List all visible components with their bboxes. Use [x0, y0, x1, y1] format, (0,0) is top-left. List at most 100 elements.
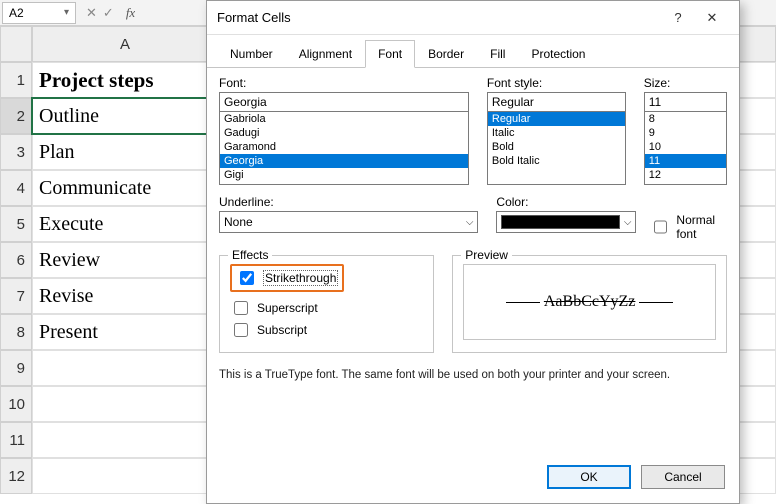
list-item-selected[interactable]: 11 — [645, 154, 726, 168]
tab-font[interactable]: Font — [365, 40, 415, 68]
dialog-titlebar[interactable]: Format Cells ? ✕ — [207, 1, 739, 35]
preview-sample: AaBbCcYyZz — [540, 293, 640, 311]
name-box-value: A2 — [9, 6, 24, 20]
subscript-label: Subscript — [257, 323, 307, 337]
preview-rule — [506, 302, 540, 303]
row-header[interactable]: 4 — [0, 170, 32, 206]
color-select[interactable]: ⌵ — [496, 211, 636, 233]
preview-legend: Preview — [461, 248, 512, 262]
tab-border[interactable]: Border — [415, 40, 477, 68]
fontstyle-input[interactable]: Regular — [487, 92, 626, 112]
effects-legend: Effects — [228, 248, 272, 262]
tab-alignment[interactable]: Alignment — [286, 40, 365, 68]
format-cells-dialog: Format Cells ? ✕ Number Alignment Font B… — [206, 0, 740, 504]
cell[interactable]: Execute — [32, 206, 218, 242]
cell[interactable]: Revise — [32, 278, 218, 314]
list-item[interactable]: Bold — [488, 140, 625, 154]
underline-select[interactable]: None ⌵ — [219, 211, 478, 233]
row-header[interactable]: 7 — [0, 278, 32, 314]
row-header[interactable]: 5 — [0, 206, 32, 242]
cell[interactable]: Communicate — [32, 170, 218, 206]
size-label: Size: — [644, 76, 727, 90]
font-type-hint: This is a TrueType font. The same font w… — [219, 369, 727, 381]
row-header[interactable]: 11 — [0, 422, 32, 458]
cell-selected[interactable]: Outline — [32, 98, 218, 134]
list-item[interactable]: Gigi — [220, 168, 468, 182]
cell[interactable]: Plan — [32, 134, 218, 170]
list-item[interactable]: Gabriola — [220, 112, 468, 126]
tab-fill[interactable]: Fill — [477, 40, 518, 68]
fx-icon[interactable]: fx — [126, 5, 135, 21]
name-box[interactable]: A2 ▾ — [2, 2, 76, 24]
font-input[interactable]: Georgia — [219, 92, 469, 112]
cell[interactable] — [32, 458, 218, 494]
dialog-tabs: Number Alignment Font Border Fill Protec… — [207, 35, 739, 68]
color-label: Color: — [496, 195, 636, 209]
cell[interactable] — [32, 386, 218, 422]
list-item[interactable]: Gadugi — [220, 126, 468, 140]
tab-number[interactable]: Number — [217, 40, 286, 68]
row-header[interactable]: 8 — [0, 314, 32, 350]
row-header[interactable]: 1 — [0, 62, 32, 98]
preview-box: AaBbCcYyZz — [463, 264, 716, 340]
superscript-checkbox[interactable]: Superscript — [230, 298, 423, 318]
list-item[interactable]: Italic — [488, 126, 625, 140]
row-header[interactable]: 9 — [0, 350, 32, 386]
row-header[interactable]: 2 — [0, 98, 32, 134]
cell[interactable]: Present — [32, 314, 218, 350]
list-item[interactable]: 14 — [645, 182, 726, 185]
preview-rule — [639, 302, 673, 303]
subscript-checkbox-input[interactable] — [234, 323, 248, 337]
superscript-label: Superscript — [257, 301, 318, 315]
row-header[interactable]: 10 — [0, 386, 32, 422]
strikethrough-checkbox-input[interactable] — [240, 271, 254, 285]
chevron-down-icon[interactable]: ▾ — [64, 7, 69, 18]
cell[interactable]: Project steps — [32, 62, 218, 98]
list-item[interactable]: Bold Italic — [488, 154, 625, 168]
dialog-title: Format Cells — [217, 10, 661, 25]
cell[interactable]: Review — [32, 242, 218, 278]
list-item[interactable]: 12 — [645, 168, 726, 182]
strikethrough-label: Strikethrough — [263, 270, 338, 286]
list-item[interactable]: 9 — [645, 126, 726, 140]
ok-button[interactable]: OK — [547, 465, 631, 489]
list-item[interactable]: Gill Sans MT — [220, 182, 468, 185]
confirm-formula-icon: ✓ — [103, 5, 114, 21]
fontstyle-label: Font style: — [487, 76, 626, 90]
font-listbox[interactable]: Gabriola Gadugi Garamond Georgia Gigi Gi… — [219, 111, 469, 185]
preview-group: Preview AaBbCcYyZz — [452, 255, 727, 353]
chevron-down-icon: ⌵ — [466, 217, 474, 228]
cell[interactable] — [32, 350, 218, 386]
size-input[interactable]: 11 — [644, 92, 727, 112]
list-item[interactable]: 8 — [645, 112, 726, 126]
close-icon[interactable]: ✕ — [695, 10, 729, 26]
list-item-selected[interactable]: Georgia — [220, 154, 468, 168]
cancel-formula-icon: ✕ — [86, 5, 97, 21]
normal-font-checkbox-input[interactable] — [654, 220, 667, 234]
effects-group: Effects Strikethrough Superscript Subscr… — [219, 255, 434, 353]
underline-label: Underline: — [219, 195, 478, 209]
chevron-down-icon: ⌵ — [624, 217, 632, 228]
cell[interactable] — [32, 422, 218, 458]
row-header[interactable]: 12 — [0, 458, 32, 494]
fontstyle-listbox[interactable]: Regular Italic Bold Bold Italic — [487, 111, 626, 185]
color-swatch — [501, 215, 619, 229]
row-header[interactable]: 3 — [0, 134, 32, 170]
list-item[interactable]: Garamond — [220, 140, 468, 154]
underline-value: None — [224, 215, 253, 229]
list-item[interactable]: 10 — [645, 140, 726, 154]
font-label: Font: — [219, 76, 469, 90]
size-listbox[interactable]: 8 9 10 11 12 14 — [644, 111, 727, 185]
tab-protection[interactable]: Protection — [518, 40, 598, 68]
col-header-a[interactable]: A — [32, 26, 218, 62]
strikethrough-highlight: Strikethrough — [230, 264, 344, 292]
superscript-checkbox-input[interactable] — [234, 301, 248, 315]
corner-select-all[interactable] — [0, 26, 32, 62]
help-icon[interactable]: ? — [661, 10, 695, 25]
strikethrough-checkbox[interactable]: Strikethrough — [236, 268, 338, 288]
row-header[interactable]: 6 — [0, 242, 32, 278]
subscript-checkbox[interactable]: Subscript — [230, 320, 423, 340]
list-item-selected[interactable]: Regular — [488, 112, 625, 126]
cancel-button[interactable]: Cancel — [641, 465, 725, 489]
normal-font-checkbox[interactable]: Normal font — [650, 213, 727, 241]
